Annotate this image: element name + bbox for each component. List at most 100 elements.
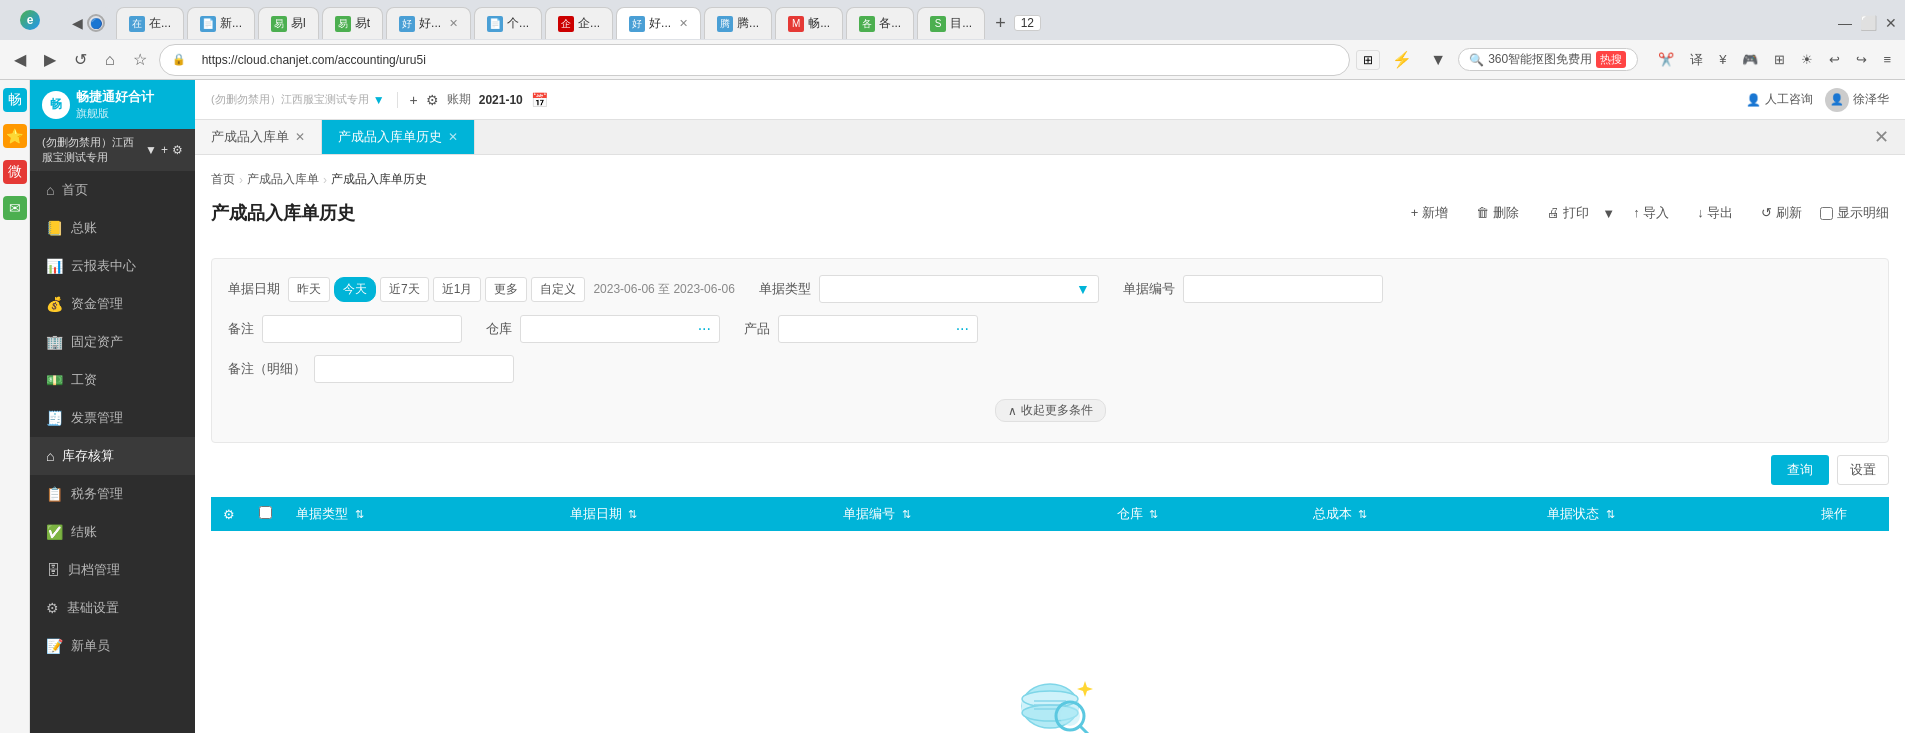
app-logo-icon[interactable]: 畅 (3, 88, 27, 112)
new-tab-button[interactable]: + (987, 13, 1014, 34)
sidebar-item-new-bill[interactable]: 📝 新单员 (30, 627, 195, 665)
tab-5-close-icon[interactable]: ✕ (449, 17, 458, 30)
bookmark-button[interactable]: ☆ (127, 48, 153, 71)
page-tab-list-close-icon[interactable]: ✕ (295, 130, 305, 144)
user-info[interactable]: 👤 徐泽华 (1825, 88, 1889, 112)
sidebar-company[interactable]: (勿删勿禁用）江西服宝测试专用 ▼ + ⚙ (30, 129, 195, 171)
icon-bar-item-1[interactable]: ⭐ (3, 124, 27, 148)
th-bill-status[interactable]: 单据状态 ⇅ (1535, 497, 1809, 531)
icon-bar-item-2[interactable]: 微 (3, 160, 27, 184)
delete-button[interactable]: 🗑 删除 (1466, 200, 1529, 226)
date-btn-custom[interactable]: 自定义 (531, 277, 585, 302)
extensions-button[interactable]: ⊞ (1356, 50, 1380, 70)
translate-button[interactable]: 译 (1684, 49, 1709, 71)
query-button[interactable]: 查询 (1771, 455, 1829, 485)
minimize-button[interactable]: — (1838, 15, 1852, 31)
browser-tab-9[interactable]: 腾 腾... (704, 7, 772, 39)
print-btn-group[interactable]: 🖨 打印 ▼ (1537, 200, 1616, 226)
refresh-button[interactable]: ↺ (68, 48, 93, 71)
sidebar-item-general-ledger[interactable]: 📒 总账 (30, 209, 195, 247)
browser-tab-12[interactable]: S 目... (917, 7, 985, 39)
close-panel-icon[interactable]: ✕ (1874, 126, 1905, 148)
home-button[interactable]: ⌂ (99, 49, 121, 71)
address-input[interactable] (190, 49, 1338, 71)
remark-input[interactable] (262, 315, 462, 343)
game-button[interactable]: 🎮 (1736, 50, 1764, 69)
sidebar-item-settlement[interactable]: ✅ 结账 (30, 513, 195, 551)
product-select[interactable]: ··· (778, 315, 978, 343)
date-btn-today[interactable]: 今天 (334, 277, 376, 302)
browser-tab-7[interactable]: 企 企... (545, 7, 613, 39)
company-selector[interactable]: (勿删勿禁用）江西服宝测试专用 ▼ (211, 92, 385, 107)
browser-tab-6[interactable]: 📄 个... (474, 7, 542, 39)
icon-bar-item-3[interactable]: ✉ (3, 196, 27, 220)
refresh-button[interactable]: ↺ 刷新 (1751, 200, 1812, 226)
th-bill-date[interactable]: 单据日期 ⇅ (558, 497, 832, 531)
restore-button[interactable]: ⬜ (1860, 15, 1877, 31)
brightness-button[interactable]: ☀ (1795, 50, 1819, 69)
dropdown-button[interactable]: ▼ (1424, 49, 1452, 71)
select-all-checkbox[interactable] (259, 506, 272, 519)
remark-detail-input[interactable] (314, 355, 514, 383)
print-button[interactable]: 🖨 打印 (1537, 200, 1600, 226)
nav-tab[interactable]: ◀ 🔵 (64, 7, 113, 39)
sidebar-item-fund-mgmt[interactable]: 💰 资金管理 (30, 285, 195, 323)
settings-button[interactable]: 设置 (1837, 455, 1889, 485)
date-btn-yesterday[interactable]: 昨天 (288, 277, 330, 302)
sidebar-item-basic-settings[interactable]: ⚙ 基础设置 (30, 589, 195, 627)
currency-button[interactable]: ¥ (1713, 50, 1732, 69)
sidebar-item-tax[interactable]: 📋 税务管理 (30, 475, 195, 513)
date-btn-more[interactable]: 更多 (485, 277, 527, 302)
add-company-icon[interactable]: + (161, 143, 168, 157)
add-period-btn[interactable]: + (410, 92, 418, 108)
grid-button[interactable]: ⊞ (1768, 50, 1791, 69)
sidebar-item-inventory[interactable]: ⌂ 库存核算 (30, 437, 195, 475)
forward-button[interactable]: ▶ (38, 48, 62, 71)
browser-tab-5[interactable]: 好 好... ✕ (386, 7, 471, 39)
th-checkbox[interactable] (247, 497, 284, 531)
search-bar[interactable]: 🔍 360智能抠图免费用 热搜 (1458, 48, 1638, 71)
show-cols-control[interactable]: 显示明细 (1820, 204, 1889, 222)
show-cols-checkbox[interactable] (1820, 207, 1833, 220)
back-button[interactable]: ◀ (8, 48, 32, 71)
sidebar-item-fixed-assets[interactable]: 🏢 固定资产 (30, 323, 195, 361)
browser-tab-2[interactable]: 📄 新... (187, 7, 255, 39)
browser-tab-3[interactable]: 易 易l (258, 7, 319, 39)
warehouse-select[interactable]: ··· (520, 315, 720, 343)
calendar-icon[interactable]: 📅 (531, 92, 548, 108)
th-bill-no[interactable]: 单据编号 ⇅ (831, 497, 1105, 531)
warehouse-dots-icon[interactable]: ··· (698, 320, 711, 338)
flash-button[interactable]: ⚡ (1386, 48, 1418, 71)
bill-number-input[interactable] (1183, 275, 1383, 303)
browser-tab-10[interactable]: M 畅... (775, 7, 843, 39)
browser-tab-1[interactable]: 在 在... (116, 7, 184, 39)
import-button[interactable]: ↑ 导入 (1623, 200, 1679, 226)
product-dots-icon[interactable]: ··· (956, 320, 969, 338)
date-btn-7days[interactable]: 近7天 (380, 277, 429, 302)
scissors-button[interactable]: ✂️ (1652, 50, 1680, 69)
th-gear[interactable]: ⚙ (211, 497, 247, 531)
export-button[interactable]: ↓ 导出 (1687, 200, 1743, 226)
browser-tab-11[interactable]: 各 各... (846, 7, 914, 39)
page-tab-history[interactable]: 产成品入库单历史 ✕ (322, 120, 475, 154)
th-bill-type[interactable]: 单据类型 ⇅ (284, 497, 558, 531)
menu-button[interactable]: ≡ (1877, 50, 1897, 69)
collapse-button[interactable]: ∧ 收起更多条件 (995, 399, 1106, 422)
sidebar-item-payroll[interactable]: 💵 工资 (30, 361, 195, 399)
browser-tab-4[interactable]: 易 易t (322, 7, 383, 39)
sidebar-item-archive[interactable]: 🗄 归档管理 (30, 551, 195, 589)
tab-8-close-icon[interactable]: ✕ (679, 17, 688, 30)
print-dropdown-icon[interactable]: ▼ (1602, 206, 1615, 221)
user-service-btn[interactable]: 👤 人工咨询 (1746, 91, 1813, 108)
th-warehouse[interactable]: 仓库 ⇅ (1105, 497, 1301, 531)
redo-button[interactable]: ↪ (1850, 50, 1873, 69)
browser-tab-8[interactable]: 好 好... ✕ (616, 7, 701, 39)
settings-company-icon[interactable]: ⚙ (172, 143, 183, 157)
sidebar-item-invoice[interactable]: 🧾 发票管理 (30, 399, 195, 437)
date-btn-1month[interactable]: 近1月 (433, 277, 482, 302)
page-tab-history-close-icon[interactable]: ✕ (448, 130, 458, 144)
page-tab-list[interactable]: 产成品入库单 ✕ (195, 120, 322, 154)
close-button[interactable]: ✕ (1885, 15, 1897, 31)
sidebar-item-home[interactable]: ⌂ 首页 (30, 171, 195, 209)
undo-button[interactable]: ↩ (1823, 50, 1846, 69)
